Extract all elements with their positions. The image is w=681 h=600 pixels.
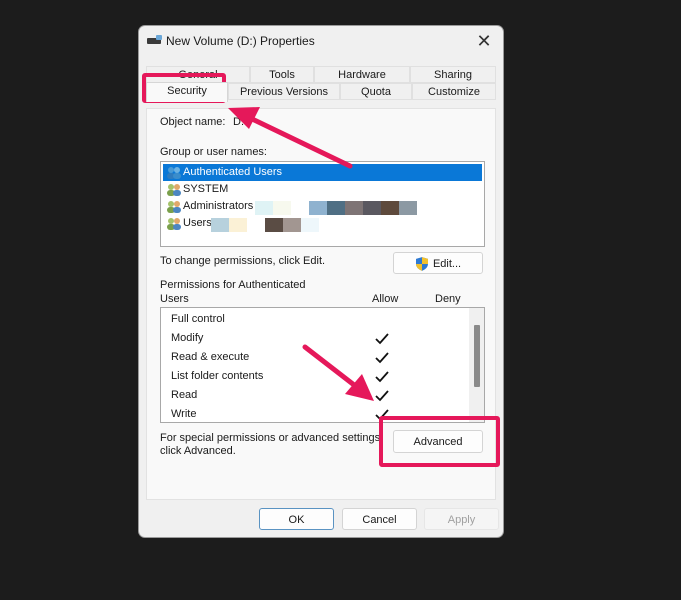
permissions-label-line1: Permissions for Authenticated [160,279,306,291]
tab-previous-versions[interactable]: Previous Versions [228,83,340,100]
tab-tools[interactable]: Tools [250,66,314,83]
title-bar: New Volume (D:) Properties ✕ [139,26,503,56]
edit-button[interactable]: Edit... [393,252,483,274]
group-item[interactable]: Administrators [163,198,482,215]
uac-shield-icon [416,257,428,271]
allow-check-icon [375,390,389,402]
permission-name: Read & execute [171,351,250,363]
tab-security[interactable]: Security [146,82,228,102]
permission-row: List folder contents [171,367,263,386]
users-icon [167,201,181,213]
allow-check-icon [375,371,389,383]
tab-sharing[interactable]: Sharing [410,66,496,83]
drive-icon [147,35,162,44]
permission-row: Read & execute [171,348,249,367]
group-list[interactable]: Authenticated Users SYSTEM Administrator… [160,161,485,247]
permissions-scrollbar[interactable] [469,308,484,422]
deny-column-header: Deny [435,293,461,305]
advanced-hint-line2: click Advanced. [160,445,236,457]
allow-check-icon [375,352,389,364]
permissions-label-line2: Users [160,293,189,305]
users-icon [167,184,181,196]
group-item[interactable]: Users [163,215,482,232]
permission-row: Read [171,386,197,405]
tab-customize[interactable]: Customize [412,83,496,100]
allow-column-header: Allow [372,293,399,305]
permission-name: Write [171,408,197,420]
permission-name: Modify [171,332,204,344]
group-item[interactable]: Authenticated Users [163,164,482,181]
permission-name: Full control [171,313,225,325]
advanced-button-highlight [379,416,500,467]
close-icon: ✕ [476,31,492,51]
permission-row: Full control [171,310,225,329]
window-title: New Volume (D:) Properties [166,34,315,48]
object-name-value: D:\ [233,116,248,128]
tab-quota[interactable]: Quota [340,83,412,100]
users-icon [167,218,181,230]
permission-row: Write [171,405,197,422]
permission-row: Modify [171,329,203,348]
scrollbar-thumb[interactable] [474,325,480,387]
advanced-hint-line1: For special permissions or advanced sett… [160,432,384,444]
close-button[interactable]: ✕ [473,30,495,52]
cancel-button[interactable]: Cancel [342,508,417,530]
ok-button[interactable]: OK [259,508,334,530]
apply-button[interactable]: Apply [424,508,499,530]
users-icon [167,167,181,179]
permissions-list: Full control Modify Read & execute List fol… [160,307,485,423]
allow-check-icon [375,333,389,345]
change-permissions-hint: To change permissions, click Edit. [160,255,326,267]
tab-hardware[interactable]: Hardware [314,66,410,83]
group-item[interactable]: SYSTEM [163,181,482,198]
object-name-label: Object name: [160,116,226,128]
group-label: Group or user names: [160,146,267,158]
permission-name: List folder contents [171,370,264,382]
permission-name: Read [171,389,198,401]
